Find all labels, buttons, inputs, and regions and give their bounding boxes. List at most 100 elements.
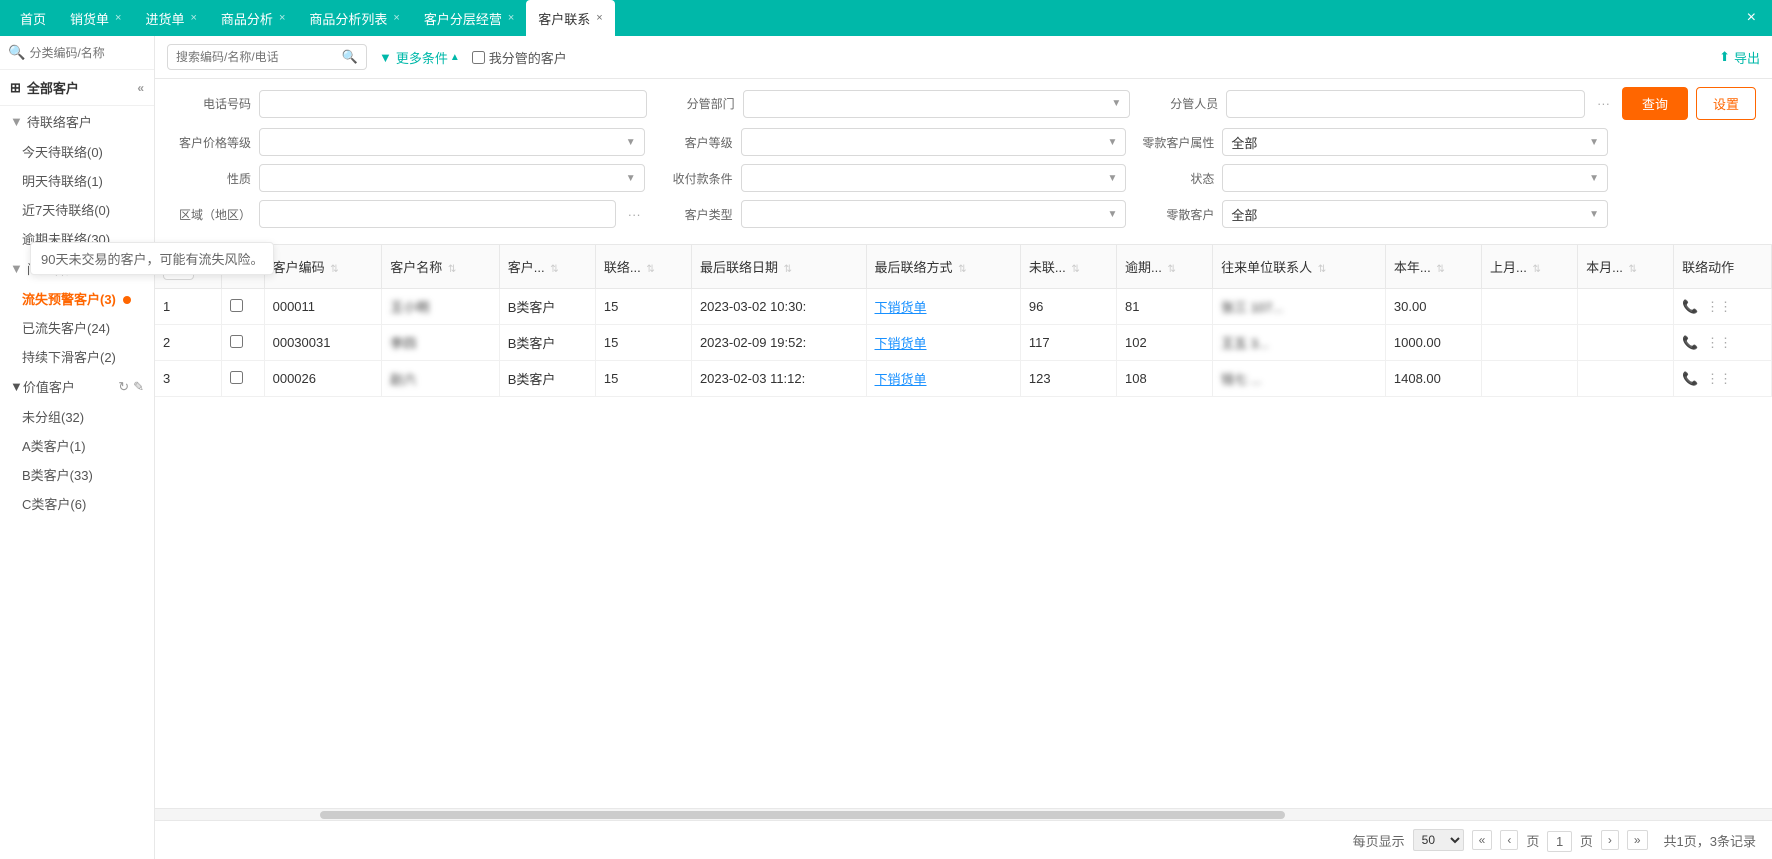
th-contact2[interactable]: 往来单位联系人 ⇅ (1213, 245, 1386, 289)
tab-analysis[interactable]: 商品分析 × (209, 0, 297, 36)
th-uncontacted[interactable]: 未联... ⇅ (1020, 245, 1116, 289)
tab-purchase[interactable]: 进货单 × (133, 0, 208, 36)
row-2-checkbox[interactable] (230, 335, 243, 348)
retail-select[interactable]: 全部 ▼ (1222, 200, 1608, 228)
sidebar-item-ungroup[interactable]: 未分组(32) (0, 402, 154, 431)
phone-input[interactable] (259, 90, 647, 118)
action-more-icon-3[interactable]: ⋮⋮ (1706, 371, 1732, 386)
sidebar-item-today[interactable]: 今天待联络(0) (0, 137, 154, 166)
sidebar-item-declining[interactable]: 持续下滑客户(2) (0, 342, 154, 371)
sidebar-group-pending[interactable]: ▼ 待联络客户 (0, 106, 154, 137)
dept-select[interactable]: ▼ (743, 90, 1131, 118)
th-this-month[interactable]: 本月... ⇅ (1578, 245, 1674, 289)
person-select[interactable] (1226, 90, 1585, 118)
sidebar-item-b-class[interactable]: B类客户(33) (0, 460, 154, 489)
th-overdue[interactable]: 逾期... ⇅ (1116, 245, 1212, 289)
row-overdue-2: 102 (1116, 325, 1212, 361)
col-last-month-label: 上月... (1490, 260, 1527, 275)
filter-search-icon[interactable]: 🔍 (342, 49, 358, 65)
grid-icon: ⊞ (10, 80, 21, 96)
row-1-checkbox[interactable] (230, 299, 243, 312)
tab-sales[interactable]: 销货单 × (58, 0, 133, 36)
row-contact2-2: 王五 3... (1213, 325, 1386, 361)
row-last-method-3-link[interactable]: 下销货单 (875, 372, 927, 387)
tab-analysis-list[interactable]: 商品分析列表 × (297, 0, 411, 36)
setting-button[interactable]: 设置 (1696, 87, 1756, 120)
filter-search-input[interactable] (176, 50, 338, 64)
th-last-month[interactable]: 上月... ⇅ (1481, 245, 1577, 289)
sidebar-item-tomorrow[interactable]: 明天待联络(1) (0, 166, 154, 195)
th-type[interactable]: 客户... ⇅ (499, 245, 595, 289)
sidebar-item-c-class[interactable]: C类客户(6) (0, 489, 154, 518)
action-phone-icon-3[interactable]: 📞 (1682, 371, 1698, 386)
sidebar-search-input[interactable] (29, 46, 146, 60)
first-page-button[interactable]: « (1472, 830, 1493, 850)
chevron-down-icon-2: ▼ (626, 137, 636, 148)
sidebar-item-7days[interactable]: 近7天待联络(0) (0, 195, 154, 224)
customer-level-select[interactable]: ▼ (741, 128, 1127, 156)
action-phone-icon-2[interactable]: 📞 (1682, 335, 1698, 350)
per-page-select[interactable]: 50 100 (1413, 829, 1464, 851)
scrollbar-thumb[interactable] (320, 811, 1285, 819)
payment-select[interactable]: ▼ (741, 164, 1127, 192)
row-last-method-2-link[interactable]: 下销货单 (875, 336, 927, 351)
action-more-icon-1[interactable]: ⋮⋮ (1706, 299, 1732, 314)
nav-close-button[interactable]: × (1739, 9, 1764, 27)
row-overdue-1: 81 (1116, 289, 1212, 325)
row-last-date-2: 2023-02-09 19:52: (691, 325, 866, 361)
sidebar-item-a-class[interactable]: A类客户(1) (0, 431, 154, 460)
tab-customer-contact[interactable]: 客户联系 × (526, 0, 614, 36)
query-button[interactable]: 查询 (1622, 87, 1688, 120)
tab-customer-contact-close[interactable]: × (596, 12, 602, 24)
tab-analysis-close[interactable]: × (279, 12, 285, 24)
row-3-checkbox[interactable] (230, 371, 243, 384)
sidebar-item-churn-warning[interactable]: 流失预警客户(3) (0, 284, 154, 313)
row-last-method-1-link[interactable]: 下销货单 (875, 300, 927, 315)
refresh-icon[interactable]: ↻ (118, 379, 129, 395)
action-phone-icon-1[interactable]: 📞 (1682, 299, 1698, 314)
prev-page-button[interactable]: ‹ (1500, 830, 1518, 850)
current-page-display: 1 (1547, 831, 1572, 852)
today-pending-label: 今天待联络(0) (22, 145, 103, 160)
nature-label: 性质 (171, 170, 251, 187)
nature-select[interactable]: ▼ (259, 164, 645, 192)
tab-customer-segment[interactable]: 客户分层经营 × (412, 0, 526, 36)
sidebar-all-customers[interactable]: ⊞ 全部客户 « (0, 70, 154, 106)
next-page-button[interactable]: › (1601, 830, 1619, 850)
zero-attr-select[interactable]: 全部 ▼ (1222, 128, 1608, 156)
filter-export[interactable]: ⬆ 导出 (1719, 48, 1760, 67)
sort-icon-code: ⇅ (330, 264, 338, 275)
sidebar-collapse-icon[interactable]: « (137, 81, 144, 95)
action-more-icon-2[interactable]: ⋮⋮ (1706, 335, 1732, 350)
person-dots[interactable]: ··· (1593, 96, 1614, 111)
table-row: 2 00030031 李四 B类客户 15 2023-02-09 19:52: … (155, 325, 1772, 361)
th-contact[interactable]: 联络... ⇅ (595, 245, 691, 289)
all-customers-label: 全部客户 (27, 78, 79, 97)
horizontal-scrollbar[interactable] (155, 808, 1772, 820)
tab-sales-close[interactable]: × (115, 12, 121, 24)
row-this-month-2 (1578, 325, 1674, 361)
tab-customer-segment-close[interactable]: × (508, 12, 514, 24)
last-page-button[interactable]: » (1627, 830, 1648, 850)
th-name[interactable]: 客户名称 ⇅ (382, 245, 500, 289)
customer-type-select[interactable]: ▼ (741, 200, 1127, 228)
price-level-select[interactable]: ▼ (259, 128, 645, 156)
sidebar-item-churned[interactable]: 已流失客户(24) (0, 313, 154, 342)
tab-purchase-close[interactable]: × (190, 12, 196, 24)
row-this-year-2: 1000.00 (1385, 325, 1481, 361)
th-last-method[interactable]: 最后联络方式 ⇅ (866, 245, 1020, 289)
edit-icon[interactable]: ✎ (133, 379, 144, 395)
my-customers-checkbox[interactable] (472, 51, 485, 64)
th-last-date[interactable]: 最后联络日期 ⇅ (691, 245, 866, 289)
region-select[interactable] (259, 200, 616, 228)
tooltip-box: 90天未交易的客户，可能有流失风险。 (30, 242, 155, 275)
data-table: ⚙ 客户编码 ⇅ 客户名称 ⇅ (155, 245, 1772, 397)
filter-my-customers[interactable]: 我分管的客户 (472, 48, 567, 67)
th-this-year[interactable]: 本年... ⇅ (1385, 245, 1481, 289)
status-select[interactable]: ▼ (1222, 164, 1608, 192)
tab-analysis-list-close[interactable]: × (393, 12, 399, 24)
th-code[interactable]: 客户编码 ⇅ (264, 245, 382, 289)
filter-more-conditions[interactable]: ▼ 更多条件 ▲ (379, 48, 460, 67)
tab-home[interactable]: 首页 (8, 0, 58, 36)
region-dots[interactable]: ··· (624, 207, 645, 222)
